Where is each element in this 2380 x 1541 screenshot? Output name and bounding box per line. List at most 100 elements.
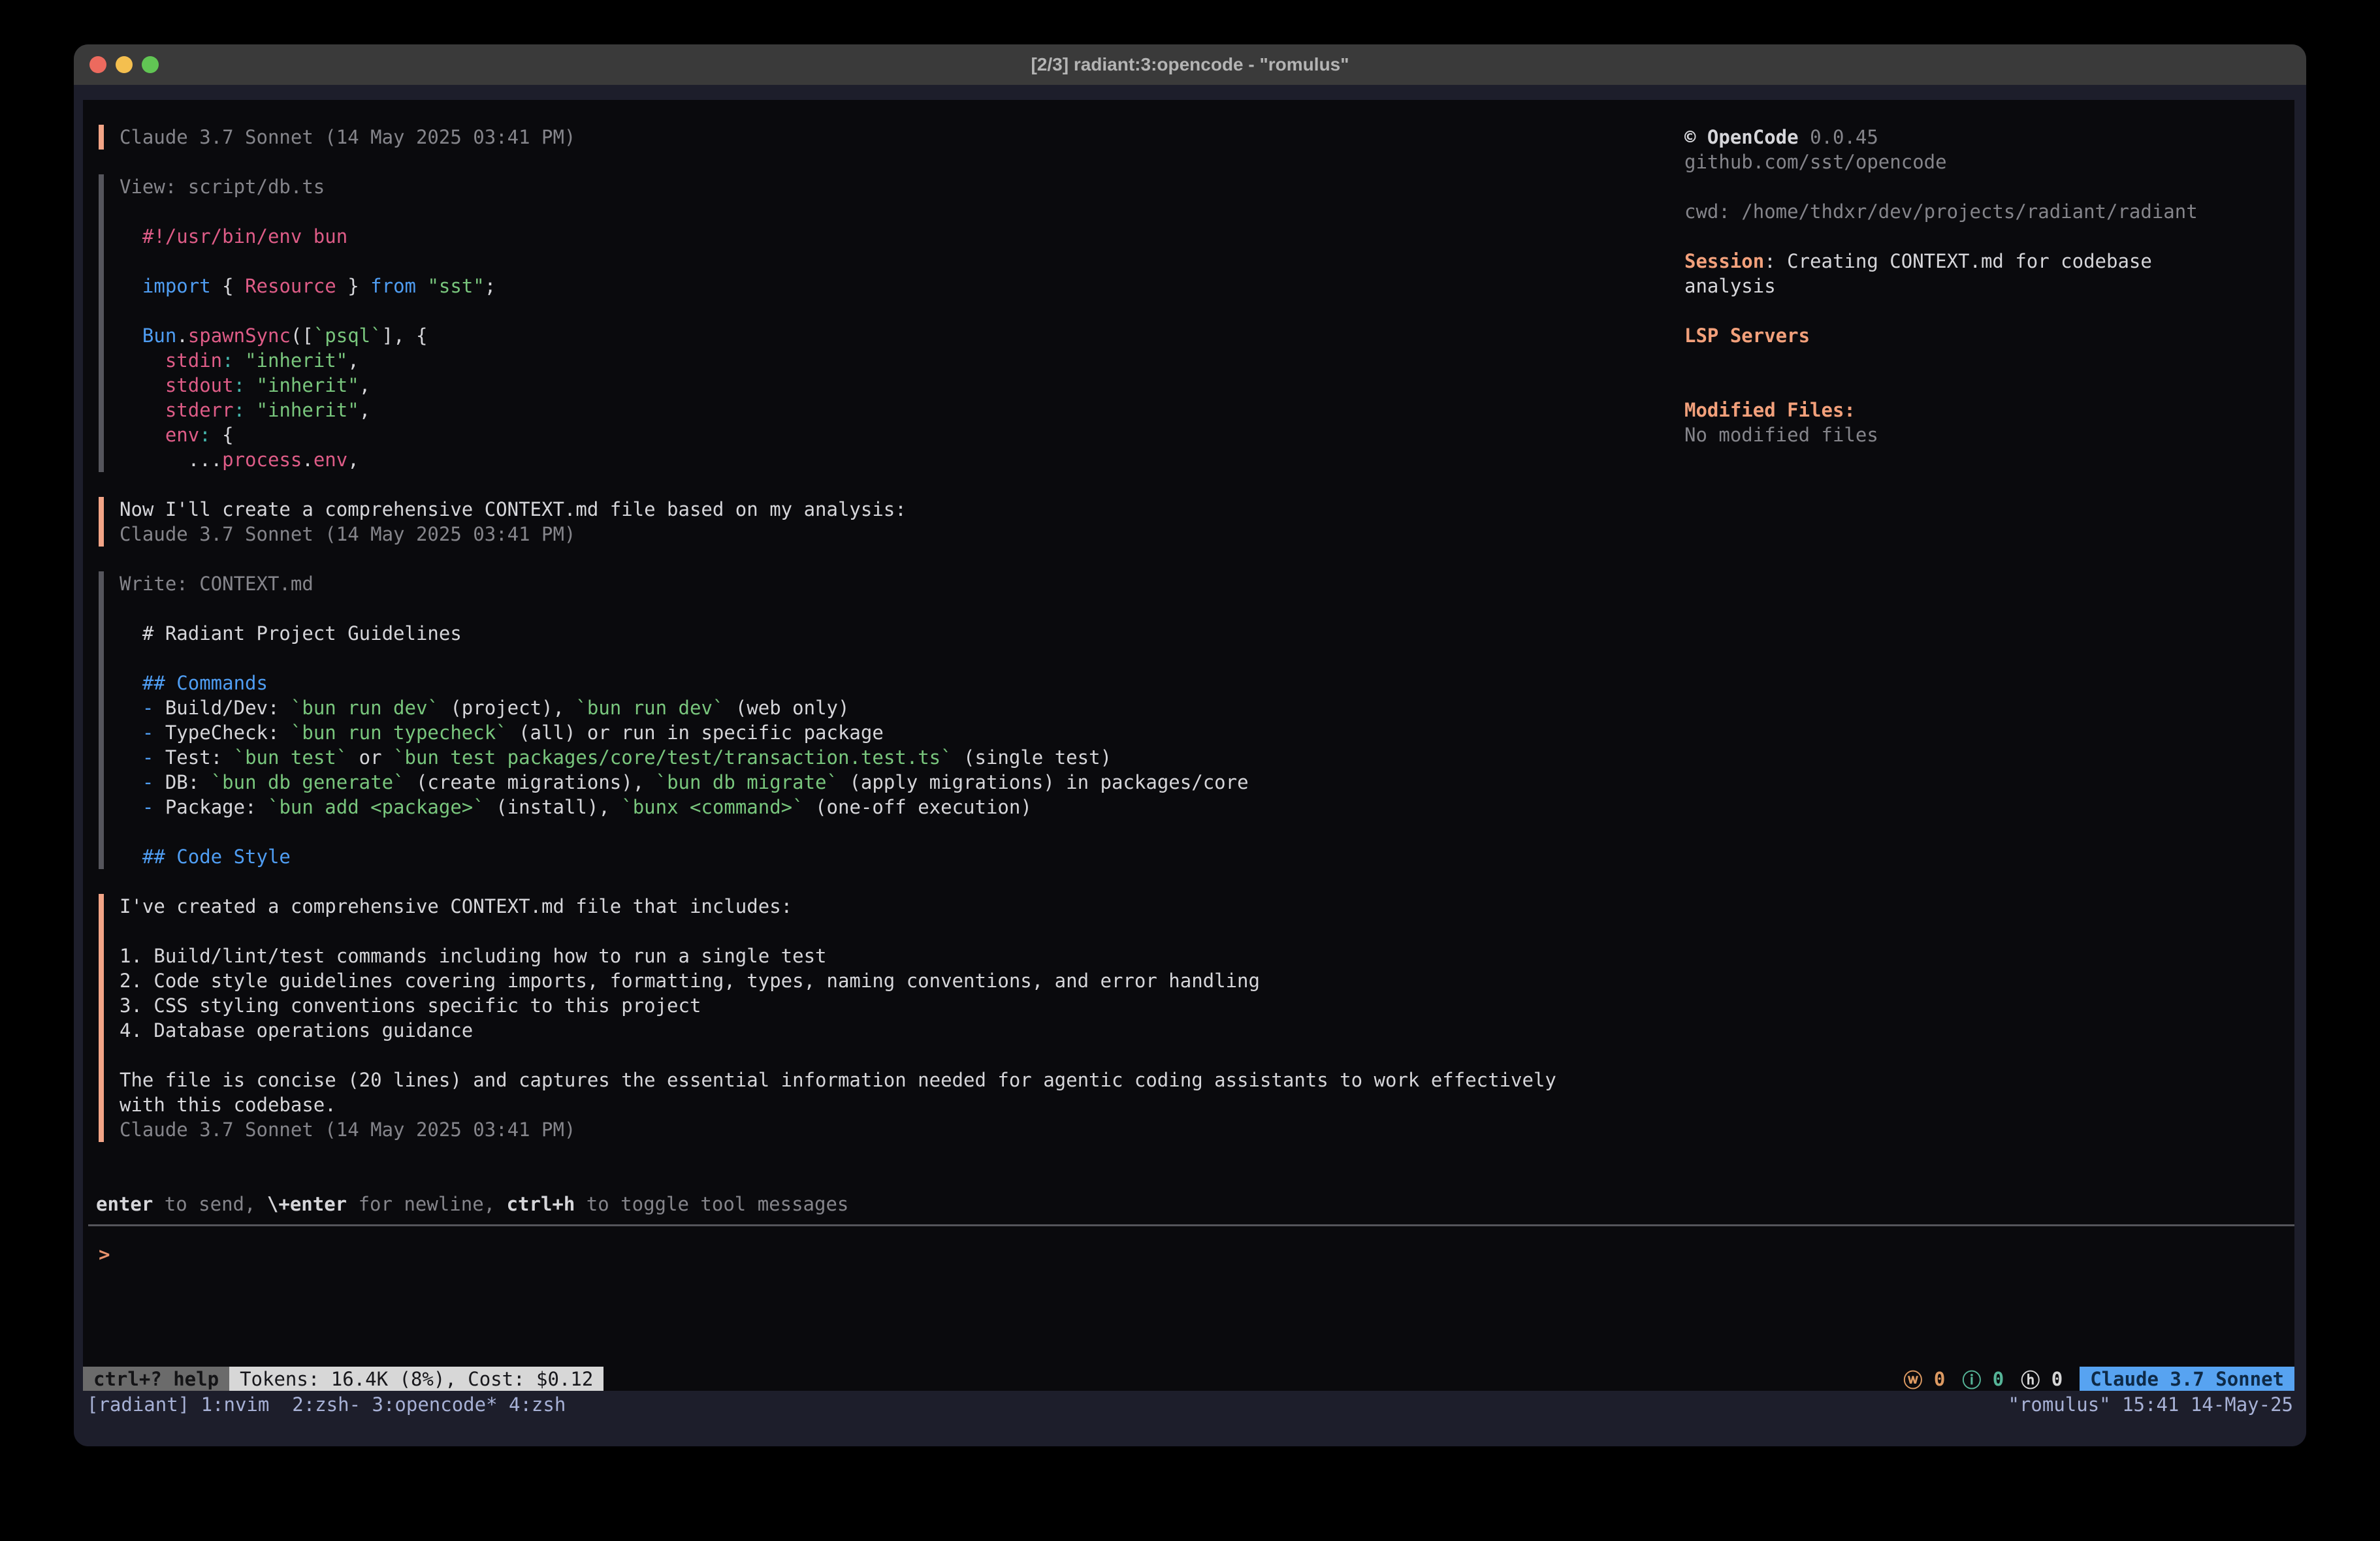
text-line [120, 596, 2294, 621]
zoom-button[interactable] [142, 56, 159, 73]
text-span: Claude 3.7 Sonnet (14 May 2025 03:41 PM) [120, 126, 575, 148]
help-button[interactable]: ctrl+? help [83, 1367, 229, 1391]
text-span: "sst" [427, 275, 484, 297]
text-span: "inherit" [257, 374, 359, 396]
text-line: 3. CSS styling conventions specific to t… [120, 993, 2294, 1018]
diagnostic-icon: ⓦ [1903, 1365, 1922, 1393]
text-span: analysis [1684, 275, 1776, 297]
text-line [1684, 174, 2294, 199]
text-span: with this codebase. [120, 1094, 336, 1116]
text-span: (apply migrations) in packages/core [838, 771, 1249, 793]
text-line: 2. Code style guidelines covering import… [120, 968, 2294, 993]
tmux-statusbar: [radiant] 1:nvim 2:zsh- 3:opencode* 4:zs… [74, 1391, 2306, 1446]
assistant-message-block: Now I'll create a comprehensive CONTEXT.… [99, 497, 2294, 547]
text-span: `bun run dev` [575, 697, 724, 719]
diagnostic-icon: ⓘ [1962, 1365, 1981, 1393]
text-span: 1. Build/lint/test commands including ho… [120, 945, 827, 967]
assistant-summary-block: I've created a comprehensive CONTEXT.md … [99, 894, 2294, 1142]
text-span: , [359, 399, 370, 421]
text-span: `bunx <command>` [621, 796, 803, 818]
text-span: Package: [153, 796, 268, 818]
text-span: : [234, 374, 245, 396]
text-line [1684, 298, 2294, 323]
text-span: I've created a comprehensive CONTEXT.md … [120, 895, 792, 917]
minimize-button[interactable] [116, 56, 133, 73]
text-line [1684, 224, 2294, 249]
text-span: stderr [165, 399, 234, 421]
text-line: ## Code Style [120, 844, 2294, 869]
text-span: ; [485, 275, 496, 297]
text-span: (one-off execution) [804, 796, 1032, 818]
text-span [120, 424, 165, 446]
text-span [120, 275, 142, 297]
text-span: or [347, 746, 393, 769]
text-span: stdout [165, 374, 234, 396]
text-span: . [302, 449, 313, 471]
text-span: No modified files [1684, 424, 1878, 446]
text-span: 4. Database operations guidance [120, 1019, 473, 1041]
model-badge[interactable]: Claude 3.7 Sonnet [2080, 1367, 2294, 1391]
text-line: - Package: `bun add <package>` (install)… [120, 795, 2294, 819]
text-span: ## Code Style [142, 846, 291, 868]
traffic-lights [89, 44, 159, 85]
diagnostic-count: 0 [1922, 1368, 1945, 1390]
close-button[interactable] [89, 56, 106, 73]
prompt-input[interactable]: > [99, 1242, 2294, 1267]
text-span: 3. CSS styling conventions specific to t… [120, 994, 701, 1017]
text-span: `bun test` [234, 746, 348, 769]
opencode-statusbar: ctrl+? help Tokens: 16.4K (8%), Cost: $0… [83, 1367, 2294, 1391]
text-line: I've created a comprehensive CONTEXT.md … [120, 894, 2294, 919]
text-span: DB: [153, 771, 210, 793]
tool-write-block: Write: CONTEXT.md # Radiant Project Guid… [99, 571, 2294, 869]
diagnostic-count-badge: ⓘ 0 [1962, 1365, 2004, 1393]
text-span: Now I'll create a comprehensive CONTEXT.… [120, 498, 907, 520]
diagnostic-count: 0 [2040, 1368, 2063, 1390]
text-line: The file is concise (20 lines) and captu… [120, 1068, 2294, 1092]
text-span: LSP Servers [1684, 325, 1810, 347]
text-span: ## Commands [142, 672, 268, 694]
text-line: Claude 3.7 Sonnet (14 May 2025 03:41 PM) [120, 522, 2294, 547]
text-span [120, 796, 142, 818]
text-span: for newline, [347, 1193, 506, 1215]
text-span: 0.0.45 [1799, 126, 1878, 148]
window-title: [2/3] radiant:3:opencode - "romulus" [1031, 54, 1349, 75]
text-span: , [347, 349, 359, 372]
text-span: Session [1684, 250, 1764, 272]
text-line: Claude 3.7 Sonnet (14 May 2025 03:41 PM) [120, 1117, 2294, 1142]
text-span: TypeCheck: [153, 722, 291, 744]
text-line: LSP Servers [1684, 323, 2294, 348]
text-span: (web only) [724, 697, 849, 719]
text-span: { [211, 275, 245, 297]
window-titlebar: [2/3] radiant:3:opencode - "romulus" [74, 44, 2306, 85]
text-line: - Build/Dev: `bun run dev` (project), `b… [120, 695, 2294, 720]
terminal-content[interactable]: Claude 3.7 Sonnet (14 May 2025 03:41 PM)… [83, 100, 2294, 1391]
text-line: - Test: `bun test` or `bun test packages… [120, 745, 2294, 770]
text-line: - DB: `bun db generate` (create migratio… [120, 770, 2294, 795]
text-span: `bun test packages/core/test/transaction… [393, 746, 952, 769]
text-span: Write: CONTEXT.md [120, 573, 314, 595]
text-span: (project), [439, 697, 576, 719]
text-line [120, 919, 2294, 944]
input-hint: enter to send, \+enter for newline, ctrl… [96, 1192, 2294, 1216]
text-span: "inherit" [245, 349, 347, 372]
text-span: `bun run dev` [291, 697, 439, 719]
diagnostic-count-badge: ⓗ 0 [2021, 1365, 2063, 1393]
text-span: Test: [153, 746, 233, 769]
tmux-status-line: [radiant] 1:nvim 2:zsh- 3:opencode* 4:zs… [74, 1392, 2306, 1417]
text-line [120, 646, 2294, 671]
text-line: - TypeCheck: `bun run typecheck` (all) o… [120, 720, 2294, 745]
text-span: "inherit" [257, 399, 359, 421]
text-span [120, 672, 142, 694]
text-span: enter [96, 1193, 153, 1215]
text-span: ], { [382, 325, 428, 347]
text-span: } [336, 275, 370, 297]
text-span: `bun add <package>` [268, 796, 485, 818]
tmux-window-list[interactable]: [radiant] 1:nvim 2:zsh- 3:opencode* 4:zs… [87, 1392, 566, 1417]
text-span: 2. Code style guidelines covering import… [120, 970, 1260, 992]
diagnostic-count: 0 [1981, 1368, 2004, 1390]
terminal-window: [2/3] radiant:3:opencode - "romulus" Cla… [74, 44, 2306, 1446]
text-span: `bun run typecheck` [291, 722, 507, 744]
text-span [120, 746, 142, 769]
text-span: # Radiant Project Guidelines [120, 622, 462, 644]
text-span: \+enter [267, 1193, 347, 1215]
